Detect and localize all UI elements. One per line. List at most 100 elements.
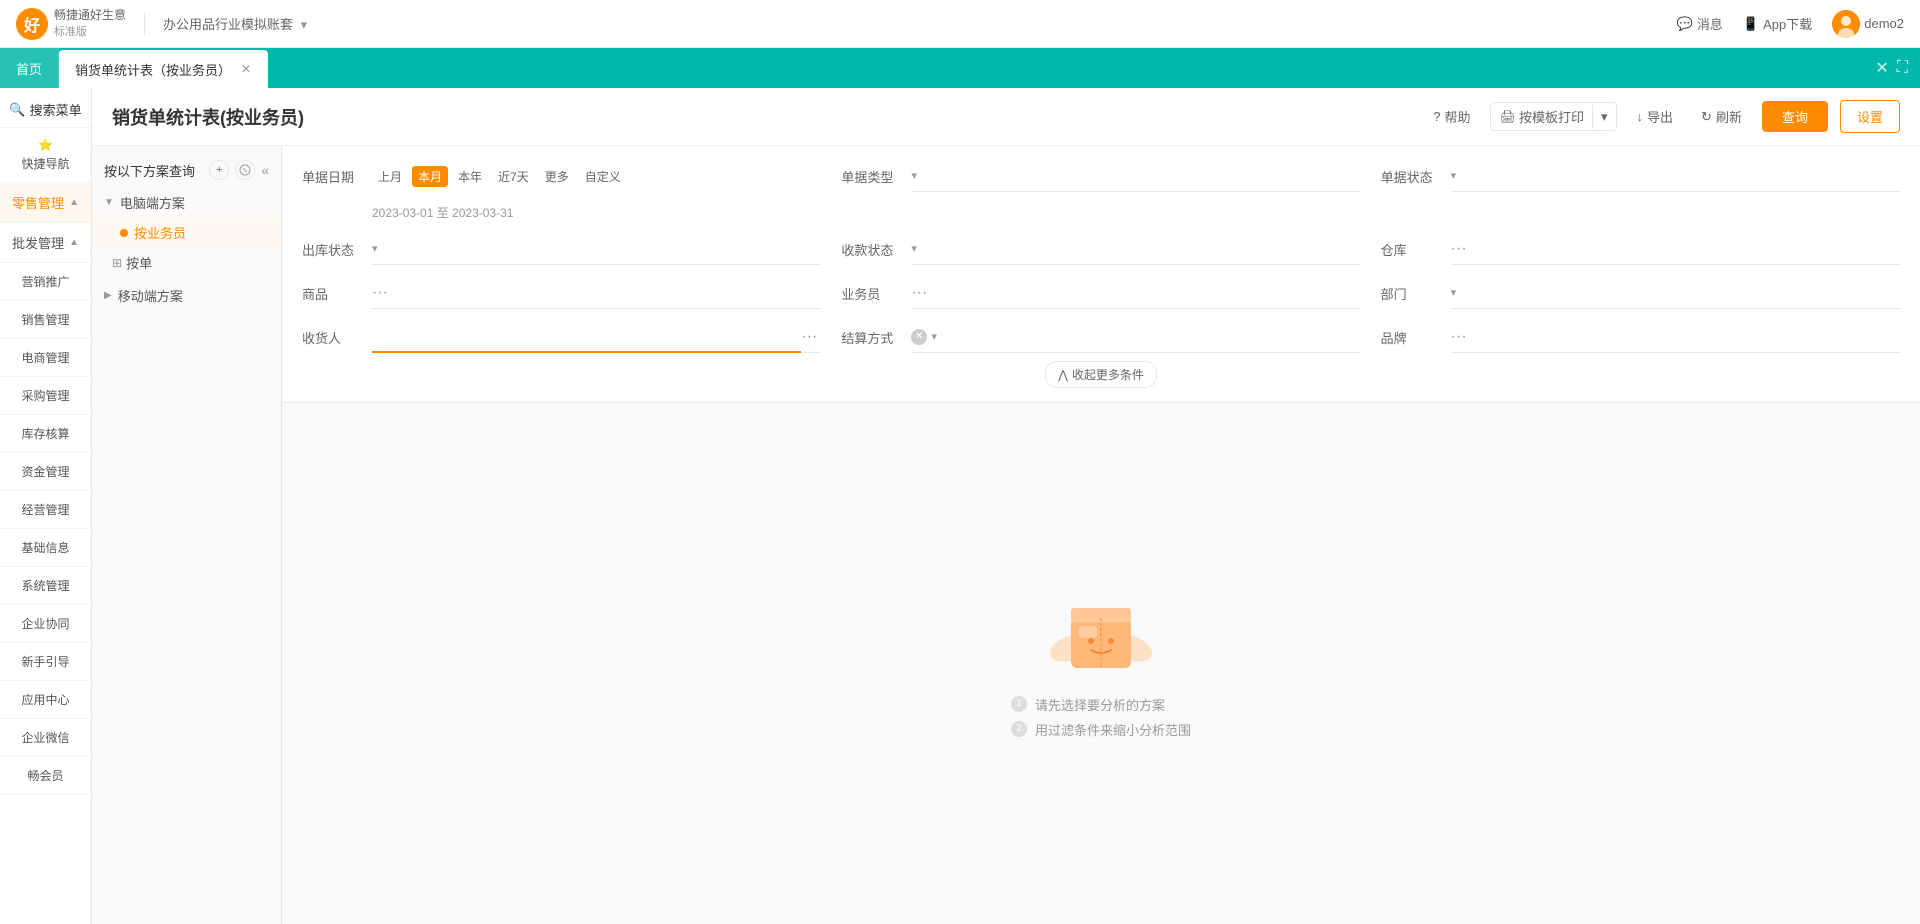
- scheme-sub-by-salesperson[interactable]: 按业务员: [92, 217, 281, 248]
- goods-control[interactable]: ···: [372, 277, 821, 309]
- salesperson-select[interactable]: ···: [911, 277, 1360, 309]
- receiver-input[interactable]: ···: [372, 321, 821, 353]
- scheme-sub-by-order[interactable]: ⊞ 按单: [92, 248, 281, 277]
- sidebar-item-retail[interactable]: 零售管理 ▲: [0, 183, 91, 223]
- goods-select[interactable]: ···: [372, 277, 821, 309]
- filter-row-date: 单据日期 上月 本月 本年 近7天 更多 自定义: [302, 160, 821, 192]
- sidebar-item-marketing[interactable]: 营销推广: [0, 263, 91, 301]
- date-tab-more[interactable]: 更多: [539, 166, 575, 187]
- topbar-title-arrow-icon[interactable]: ▾: [301, 17, 308, 32]
- date-tabs: 上月 本月 本年 近7天 更多 自定义: [372, 166, 627, 187]
- doc-status-select[interactable]: ▾: [1451, 160, 1900, 192]
- sidebar-item-sales[interactable]: 销售管理: [0, 301, 91, 339]
- scheme-group-desktop: ▼ 电脑端方案 按业务员 ⊞ 按单: [92, 188, 281, 277]
- goods-more-icon[interactable]: ···: [372, 284, 388, 302]
- settlement-control[interactable]: ✕ ▾: [911, 321, 1360, 353]
- sidebar-item-wholesale[interactable]: 批发管理 ▲: [0, 223, 91, 263]
- payment-status-control[interactable]: ▾: [911, 233, 1360, 265]
- sidebar-item-quick-nav[interactable]: ⭐ 快捷导航: [0, 128, 91, 183]
- logo-area: 好 畅捷通好生意 标准版: [16, 8, 126, 40]
- messages-btn[interactable]: 💬 消息: [1677, 14, 1723, 33]
- sidebar-item-guide[interactable]: 新手引导: [0, 643, 91, 681]
- date-tab-7days[interactable]: 近7天: [492, 166, 535, 187]
- logo-text: 畅捷通好生意: [54, 8, 126, 24]
- department-label: 部门: [1381, 284, 1441, 303]
- salesperson-more-icon[interactable]: ···: [911, 284, 927, 302]
- settings-btn[interactable]: 设置: [1840, 100, 1900, 133]
- sidebar-item-wechat[interactable]: 企业微信: [0, 719, 91, 757]
- logo-text-block: 畅捷通好生意 标准版: [54, 8, 126, 40]
- tab-home[interactable]: 首页: [0, 48, 59, 88]
- sidebar-item-enterprise[interactable]: 企业协同: [0, 605, 91, 643]
- message-icon: 💬: [1677, 16, 1693, 32]
- maximize-window-btn[interactable]: ⛶: [1897, 59, 1908, 77]
- sidebar-search[interactable]: 🔍 搜索菜单: [0, 88, 91, 128]
- settlement-clear-btn[interactable]: ✕: [911, 329, 927, 345]
- tab-sales-stat[interactable]: 销货单统计表（按业务员） ✕: [59, 50, 268, 88]
- sidebar-item-inventory[interactable]: 库存核算: [0, 415, 91, 453]
- svg-text:✎: ✎: [242, 168, 248, 175]
- user-profile[interactable]: demo2: [1832, 10, 1904, 38]
- payment-status-arrow-icon: ▾: [911, 242, 917, 255]
- app-download-btn[interactable]: 📱 App下载: [1743, 14, 1812, 33]
- payment-status-label: 收款状态: [841, 240, 901, 259]
- receiver-more-icon[interactable]: ···: [801, 328, 817, 346]
- payment-status-select[interactable]: ▾: [911, 233, 1360, 265]
- tab-close-icon[interactable]: ✕: [241, 62, 251, 76]
- warehouse-more-icon[interactable]: ···: [1451, 240, 1467, 258]
- brand-more-icon[interactable]: ···: [1451, 328, 1467, 346]
- receiver-control[interactable]: ···: [372, 321, 821, 353]
- desktop-arrow-icon: ▼: [104, 197, 114, 208]
- sidebar-item-purchase[interactable]: 采购管理: [0, 377, 91, 415]
- hint-num-1: 1: [1011, 696, 1027, 712]
- doc-type-label: 单据类型: [841, 167, 901, 186]
- sidebar-item-basic[interactable]: 基础信息: [0, 529, 91, 567]
- tabbar-right: ✕ ⛶: [1875, 58, 1920, 78]
- mobile-arrow-icon: ▶: [104, 290, 112, 301]
- doc-status-control[interactable]: ▾: [1451, 160, 1900, 192]
- sidebar-item-member[interactable]: 畅会员: [0, 757, 91, 795]
- date-tab-last-month[interactable]: 上月: [372, 166, 408, 187]
- sidebar-item-finance[interactable]: 资金管理: [0, 453, 91, 491]
- date-tab-this-year[interactable]: 本年: [452, 166, 488, 187]
- page-header-actions: ? 帮助 🖨 按模板打印 ▾ ↓ 导出: [1425, 100, 1900, 145]
- sidebar-item-system[interactable]: 系统管理: [0, 567, 91, 605]
- salesperson-control[interactable]: ···: [911, 277, 1360, 309]
- export-btn[interactable]: ↓ 导出: [1629, 103, 1682, 130]
- refresh-btn[interactable]: ↻ 刷新: [1693, 103, 1750, 130]
- receiver-text-input[interactable]: [372, 321, 801, 353]
- sidebar-item-ecommerce[interactable]: 电商管理: [0, 339, 91, 377]
- filter-row-salesperson: 业务员 ···: [841, 277, 1360, 309]
- close-window-btn[interactable]: ✕: [1875, 58, 1888, 78]
- settlement-select[interactable]: ✕ ▾: [911, 321, 1360, 353]
- out-status-select[interactable]: ▾: [372, 233, 821, 265]
- out-status-control[interactable]: ▾: [372, 233, 821, 265]
- doc-type-control[interactable]: ▾: [911, 160, 1360, 192]
- query-btn[interactable]: 查询: [1762, 101, 1828, 132]
- scheme-collapse-btn[interactable]: «: [261, 162, 269, 178]
- mobile-icon: 📱: [1743, 16, 1759, 32]
- sidebar-item-operations[interactable]: 经营管理: [0, 491, 91, 529]
- warehouse-select[interactable]: ···: [1451, 233, 1900, 265]
- warehouse-control[interactable]: ···: [1451, 233, 1900, 265]
- doc-type-select[interactable]: ▾: [911, 160, 1360, 192]
- scheme-add-btn[interactable]: +: [209, 160, 229, 180]
- sidebar-item-apps[interactable]: 应用中心: [0, 681, 91, 719]
- print-btn[interactable]: 🖨 按模板打印: [1491, 103, 1592, 130]
- scheme-group-desktop-title[interactable]: ▼ 电脑端方案: [92, 188, 281, 217]
- print-dropdown-btn[interactable]: ▾: [1593, 105, 1616, 129]
- brand-control[interactable]: ···: [1451, 321, 1900, 353]
- help-btn[interactable]: ? 帮助: [1425, 103, 1478, 130]
- scheme-group-mobile-title[interactable]: ▶ 移动端方案: [92, 281, 281, 310]
- date-tab-custom[interactable]: 自定义: [579, 166, 627, 187]
- salesperson-label: 业务员: [841, 284, 901, 303]
- department-control[interactable]: ▾: [1451, 277, 1900, 309]
- goods-label: 商品: [302, 284, 362, 303]
- brand-select[interactable]: ···: [1451, 321, 1900, 353]
- department-select[interactable]: ▾: [1451, 277, 1900, 309]
- filter-grid-row3: 商品 ··· 业务员 ···: [302, 277, 1900, 309]
- avatar-img: [1832, 10, 1860, 38]
- collapse-btn[interactable]: ⋀ 收起更多条件: [1045, 361, 1157, 388]
- scheme-edit-btn[interactable]: ✎: [235, 160, 255, 180]
- date-tab-this-month[interactable]: 本月: [412, 166, 448, 187]
